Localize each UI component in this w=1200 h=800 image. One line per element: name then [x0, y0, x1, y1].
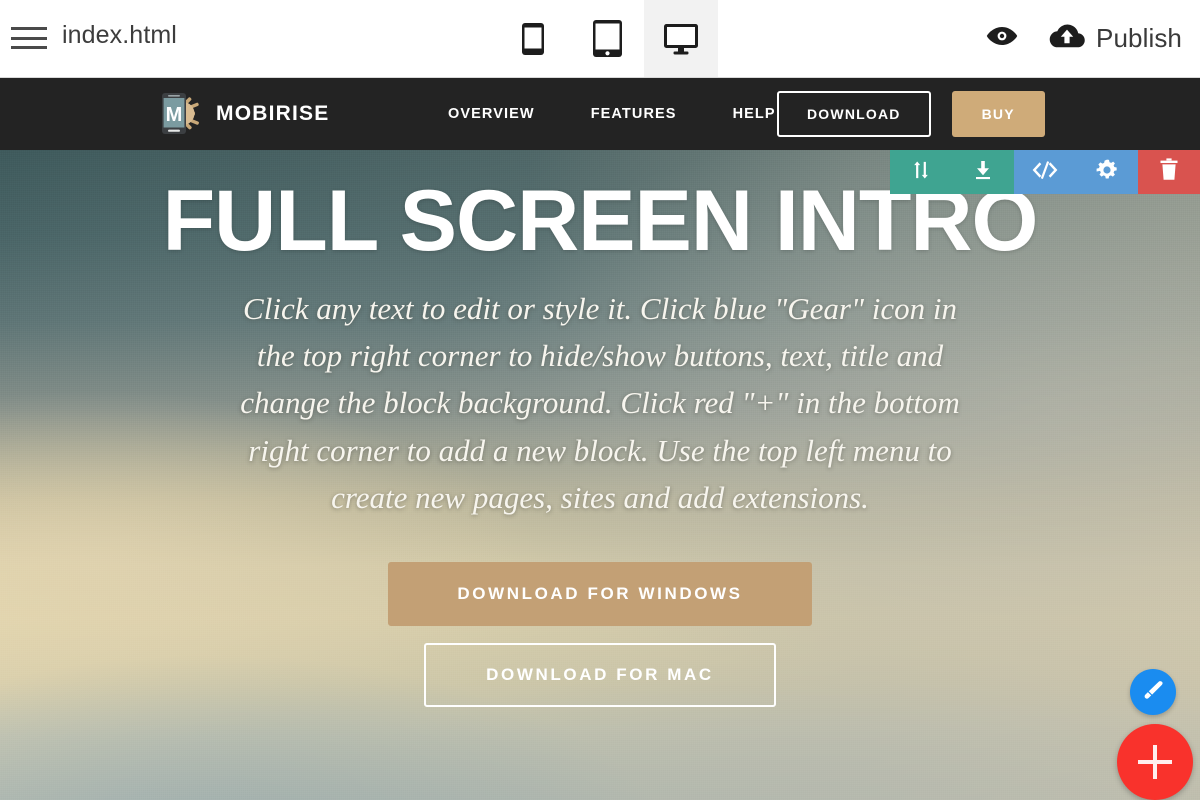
tablet-icon: [592, 19, 623, 58]
publish-button[interactable]: Publish: [1048, 22, 1186, 55]
site-nav-links: OVERVIEW FEATURES HELP: [420, 78, 804, 150]
mobirise-logo-icon: M: [157, 91, 205, 137]
appbar-right-actions: Publish: [982, 0, 1186, 77]
nav-link-overview[interactable]: OVERVIEW: [420, 106, 563, 122]
publish-label: Publish: [1096, 23, 1182, 53]
hamburger-bar: [11, 46, 47, 49]
delete-block-button[interactable]: [1138, 150, 1200, 194]
trash-icon: [1159, 158, 1179, 186]
move-block-button[interactable]: [890, 150, 952, 194]
download-windows-button[interactable]: DOWNLOAD FOR WINDOWS: [388, 561, 812, 626]
svg-text:M: M: [166, 104, 183, 126]
device-button-phone[interactable]: [496, 0, 570, 77]
style-fab[interactable]: [1130, 669, 1176, 715]
plus-icon: [1138, 745, 1172, 779]
site-navbar: M MOBIRISE OVERVIEW FEATURES HELP DOWNLO…: [0, 78, 1200, 150]
device-button-tablet[interactable]: [570, 0, 644, 77]
paintbrush-icon: [1140, 677, 1166, 708]
site-brand[interactable]: M MOBIRISE: [157, 78, 329, 150]
download-icon: [972, 159, 994, 186]
move-up-down-icon: [911, 159, 931, 186]
current-file-name[interactable]: index.html: [62, 21, 177, 50]
block-settings-button[interactable]: [1076, 150, 1138, 194]
gear-icon: [1095, 158, 1119, 187]
mobirise-builder-window: index.html Publish M MOBIRISE OVERVIEW F…: [0, 0, 1200, 800]
code-icon: [1030, 159, 1060, 186]
phone-icon: [521, 22, 545, 56]
site-brand-name: MOBIRISE: [216, 102, 330, 125]
hero-block[interactable]: FULL SCREEN INTRO Click any text to edit…: [0, 150, 1200, 800]
nav-link-features[interactable]: FEATURES: [563, 106, 705, 122]
app-toolbar: index.html Publish: [0, 0, 1200, 78]
edit-code-button[interactable]: [1014, 150, 1076, 194]
save-block-button[interactable]: [952, 150, 1014, 194]
desktop-icon: [663, 23, 699, 55]
hamburger-menu-icon[interactable]: [11, 24, 47, 52]
hamburger-bar: [11, 27, 47, 30]
device-button-desktop[interactable]: [644, 0, 718, 77]
block-toolbar: [890, 150, 1200, 194]
eye-icon: [986, 26, 1018, 51]
site-nav-actions: DOWNLOAD BUY: [777, 78, 1045, 150]
device-preview-switcher: [496, 0, 718, 77]
hero-content: FULL SCREEN INTRO Click any text to edit…: [0, 150, 1200, 800]
hero-subtitle[interactable]: Click any text to edit or style it. Clic…: [0, 285, 1200, 521]
add-block-fab[interactable]: [1117, 724, 1193, 800]
nav-buy-button[interactable]: BUY: [951, 91, 1045, 137]
nav-download-button[interactable]: DOWNLOAD: [777, 91, 931, 137]
hero-cta-buttons: DOWNLOAD FOR WINDOWS DOWNLOAD FOR MAC: [0, 561, 1200, 707]
preview-button[interactable]: [982, 19, 1022, 59]
cloud-upload-icon: [1048, 22, 1086, 55]
download-mac-button[interactable]: DOWNLOAD FOR MAC: [424, 642, 776, 707]
hamburger-bar: [11, 36, 47, 40]
